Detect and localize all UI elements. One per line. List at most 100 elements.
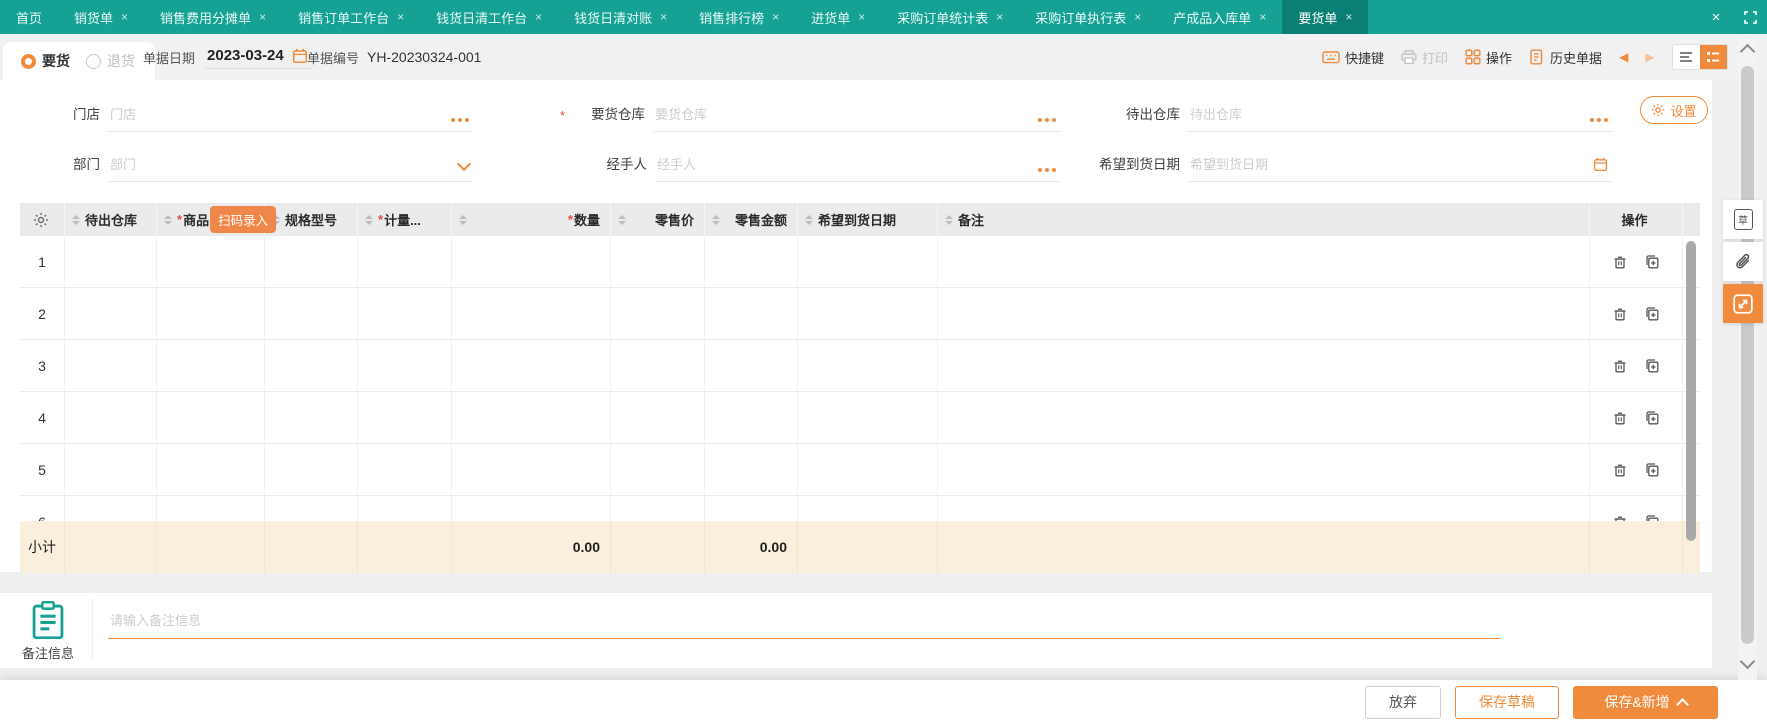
handler-input[interactable] [655,147,1060,181]
outbound-warehouse-input[interactable] [1188,97,1612,131]
previous-document-icon[interactable]: ◀ [1619,50,1628,64]
table-cell[interactable] [798,288,938,339]
table-cell[interactable] [358,340,452,391]
store-more-icon[interactable] [451,118,469,122]
table-cell[interactable] [265,288,358,339]
tab-item[interactable]: 钱货日清工作台 × [420,0,558,34]
table-cell[interactable] [705,236,798,287]
list-view-toggle[interactable] [1672,45,1700,69]
delete-row-button[interactable] [1612,410,1628,426]
tab-item[interactable]: 首页 [0,0,58,34]
tab-item[interactable]: 钱货日清对账 × [558,0,683,34]
table-cell[interactable] [452,340,611,391]
table-cell[interactable] [157,496,265,521]
table-cell[interactable] [452,236,611,287]
outbound-warehouse-more-icon[interactable] [1590,118,1608,122]
sort-icon[interactable] [945,214,953,225]
column-header[interactable]: 待出仓库 [65,203,157,236]
remark-input[interactable] [108,607,1500,638]
request-warehouse-input[interactable] [653,97,1060,131]
close-all-icon[interactable]: × [1699,0,1733,34]
column-header[interactable]: * 商品 扫码录入 [157,203,277,236]
tab-close-icon[interactable]: × [772,10,779,24]
tab-item[interactable]: 要货单 × [1282,0,1369,34]
table-cell[interactable] [705,496,798,521]
table-cell[interactable] [611,496,705,521]
sort-icon[interactable] [459,214,467,225]
department-chevron-down-icon[interactable] [456,156,472,172]
delete-row-button[interactable] [1612,358,1628,374]
grid-scrollbar-thumb[interactable] [1686,241,1696,541]
tab-item[interactable]: 销售订单工作台 × [282,0,420,34]
column-header[interactable]: 希望到货日期 [798,203,938,236]
fullscreen-icon[interactable] [1733,0,1767,34]
table-cell[interactable] [798,340,938,391]
copy-row-button[interactable] [1644,306,1660,322]
table-cell[interactable] [705,392,798,443]
table-cell[interactable] [157,392,265,443]
tab-item[interactable]: 进货单 × [795,0,881,34]
expected-date-input[interactable] [1188,147,1612,181]
tab-close-icon[interactable]: × [397,10,404,24]
table-cell[interactable] [65,496,157,521]
table-cell[interactable] [452,444,611,495]
sort-icon[interactable] [712,214,720,225]
table-cell[interactable] [705,288,798,339]
table-cell[interactable] [157,236,265,287]
scan-entry-badge[interactable]: 扫码录入 [210,206,277,233]
table-cell[interactable] [358,496,452,521]
radio-option-return[interactable]: 退货 [86,51,135,71]
settings-button[interactable]: 设置 [1640,96,1708,124]
table-cell[interactable] [157,340,265,391]
sort-icon[interactable] [618,214,626,225]
table-cell[interactable] [452,392,611,443]
copy-row-button[interactable] [1644,410,1660,426]
expected-date-calendar-icon[interactable] [1593,157,1608,172]
table-cell[interactable] [705,444,798,495]
tab-close-icon[interactable]: × [1345,10,1352,24]
column-header[interactable]: 零售金额 [705,203,798,236]
tab-item[interactable]: 采购订单执行表 × [1019,0,1157,34]
column-header[interactable]: 规格型号 [265,203,358,236]
column-header[interactable]: * 数量 [452,203,611,236]
sort-icon[interactable] [365,214,373,225]
request-warehouse-more-icon[interactable] [1038,118,1056,122]
date-picker[interactable]: 2023-03-24 [205,45,312,69]
table-cell[interactable] [157,288,265,339]
table-cell[interactable] [705,340,798,391]
table-cell[interactable] [611,288,705,339]
table-cell[interactable] [265,392,358,443]
handler-more-icon[interactable] [1038,168,1056,172]
table-cell[interactable] [65,288,157,339]
page-scrollbar-thumb[interactable] [1741,66,1754,644]
expand-button[interactable] [1723,284,1763,323]
table-cell[interactable] [938,392,1590,443]
tab-close-icon[interactable]: × [660,10,667,24]
attachment-button[interactable] [1723,242,1763,281]
table-cell[interactable] [611,236,705,287]
tab-close-icon[interactable]: × [535,10,542,24]
column-header[interactable]: 零售价 [611,203,705,236]
tab-close-icon[interactable]: × [121,10,128,24]
table-cell[interactable] [358,288,452,339]
store-input[interactable] [108,97,473,131]
table-cell[interactable] [938,340,1590,391]
table-cell[interactable] [265,444,358,495]
print-button[interactable]: 打印 [1401,48,1448,67]
sort-icon[interactable] [72,214,80,225]
copy-row-button[interactable] [1644,358,1660,374]
table-cell[interactable] [452,496,611,521]
table-cell[interactable] [452,288,611,339]
table-cell[interactable] [611,392,705,443]
shortcut-keys-button[interactable]: 快捷键 [1322,48,1384,67]
tab-close-icon[interactable]: × [996,10,1003,24]
tab-item[interactable]: 采购订单统计表 × [881,0,1019,34]
history-documents-button[interactable]: 历史单据 [1529,48,1602,67]
table-cell[interactable] [265,236,358,287]
tab-item[interactable]: 销货单 × [58,0,144,34]
save-and-new-button[interactable]: 保存&新增 [1573,685,1718,719]
column-header[interactable]: * 计量... [358,203,452,236]
column-header[interactable] [20,203,65,236]
table-cell[interactable] [65,392,157,443]
calendar-icon[interactable] [292,48,308,64]
